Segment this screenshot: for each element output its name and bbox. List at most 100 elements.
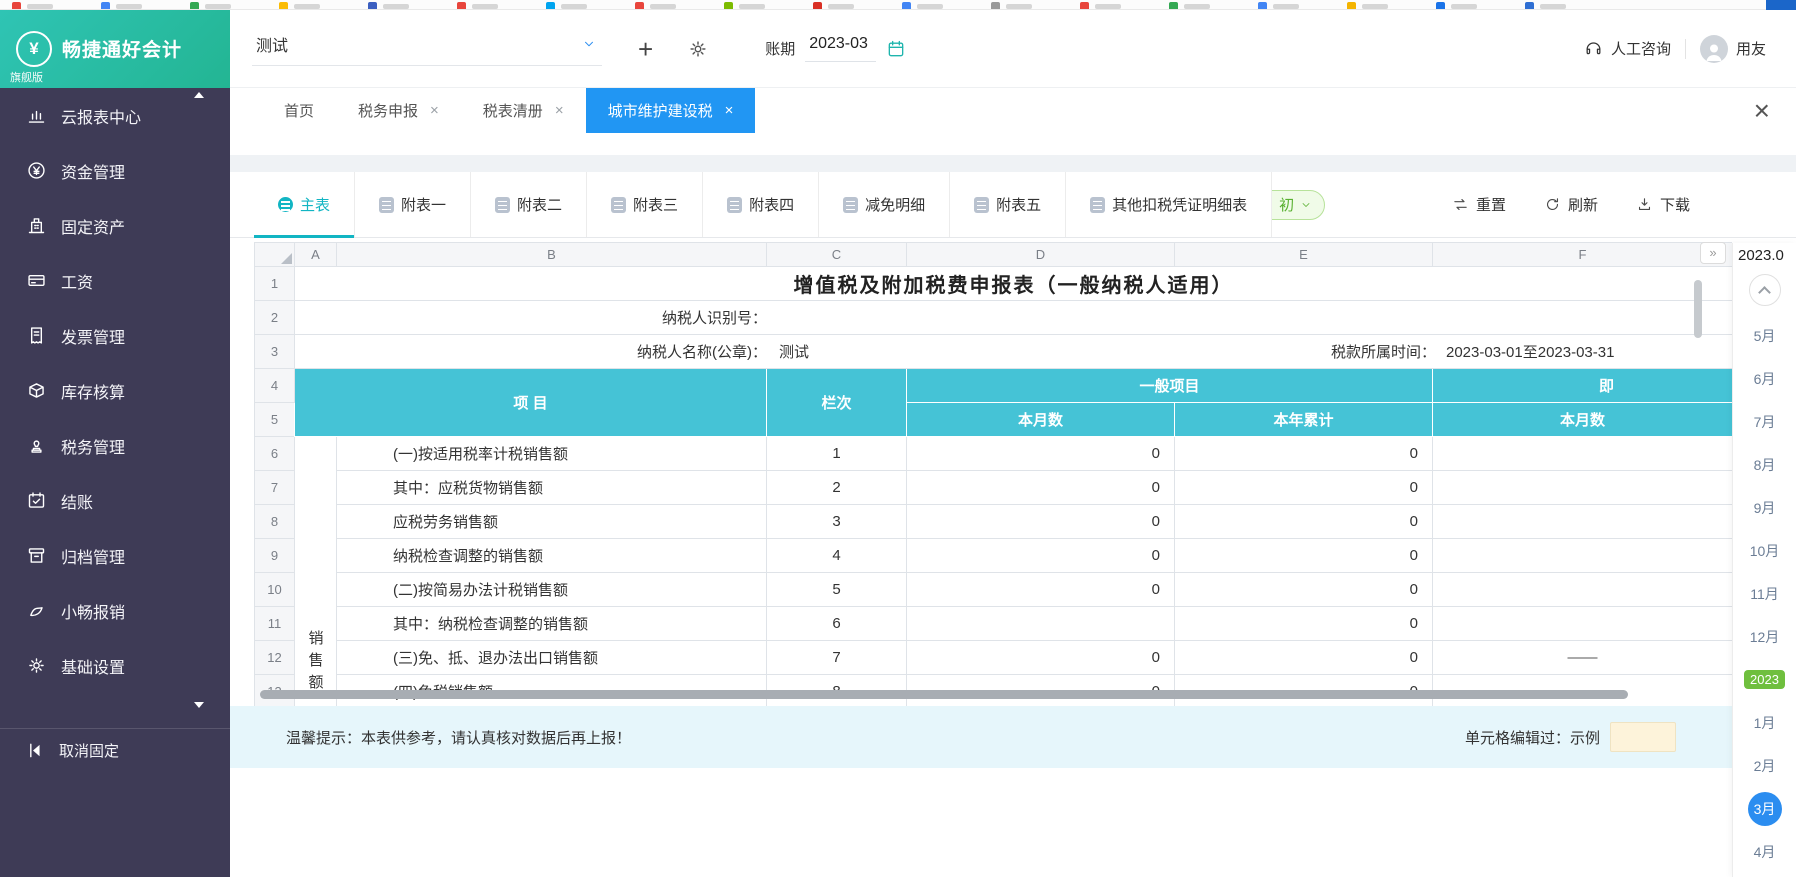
line-no-cell[interactable]: 2	[766, 470, 907, 505]
sidebar-scroll-down[interactable]	[194, 702, 204, 708]
row-header[interactable]: 4	[254, 368, 295, 403]
refund-value-cell[interactable]	[1432, 436, 1732, 471]
row-header[interactable]: 12	[254, 640, 295, 675]
header-ytd-cell[interactable]: 本年累计	[1174, 402, 1433, 437]
form-title-cell[interactable]: 增值税及附加税费申报表（一般纳税人适用）	[294, 266, 1732, 301]
bookmark-item[interactable]	[1258, 2, 1299, 9]
column-header[interactable]: F	[1432, 242, 1732, 267]
month-item[interactable]: 10月	[1733, 529, 1796, 572]
month-item[interactable]: 6月	[1733, 357, 1796, 400]
refund-value-cell[interactable]	[1432, 606, 1732, 641]
workspace-tab[interactable]: 税表清册 ×	[461, 88, 586, 133]
ytd-value-cell[interactable]: 0	[1174, 470, 1433, 505]
tab-close-icon[interactable]: ×	[555, 102, 564, 119]
column-header[interactable]: C	[766, 242, 907, 267]
sidebar-item[interactable]: 税务管理	[0, 418, 230, 473]
row-header[interactable]: 5	[254, 402, 295, 437]
timeline-scroll-up-button[interactable]	[1748, 274, 1781, 306]
line-no-cell[interactable]: 7	[766, 640, 907, 675]
ytd-value-cell[interactable]: 0	[1174, 538, 1433, 573]
sidebar-item[interactable]: 归档管理	[0, 528, 230, 583]
taxpayer-name-cell[interactable]: 纳税人名称(公章)： 测试 税款所属时间： 2023-03-01至2023-03…	[294, 334, 1732, 369]
download-button[interactable]: 下载	[1636, 194, 1690, 215]
sheet-tab[interactable]: 附表一	[355, 172, 472, 237]
row-header[interactable]: 10	[254, 572, 295, 607]
line-no-cell[interactable]: 5	[766, 572, 907, 607]
sidebar-item[interactable]: 固定资产	[0, 198, 230, 253]
header-item-cell[interactable]: 项 目	[294, 368, 767, 437]
row-header[interactable]: 2	[254, 300, 295, 335]
sidebar-item[interactable]: 基础设置	[0, 638, 230, 693]
refresh-button[interactable]: 刷新	[1544, 194, 1598, 215]
sidebar-scroll-up[interactable]	[194, 92, 204, 98]
select-all-corner[interactable]	[254, 242, 295, 267]
month-item[interactable]: 12月	[1733, 615, 1796, 658]
month-item[interactable]: 3月	[1733, 787, 1796, 830]
bookmark-item[interactable]	[546, 2, 587, 9]
sheet-tab[interactable]: 主表	[254, 172, 356, 238]
tab-close-icon[interactable]: ×	[725, 102, 734, 119]
month-item[interactable]: 2023	[1733, 658, 1796, 701]
header-lineno-cell[interactable]: 栏次	[766, 368, 907, 437]
workspace-tab[interactable]: 税务申报 ×	[336, 88, 461, 133]
header-refund-cell[interactable]: 即	[1432, 368, 1732, 403]
column-header[interactable]: D	[906, 242, 1175, 267]
item-name-cell[interactable]: 其中：应税货物销售额	[336, 470, 767, 505]
taxpayer-id-cell[interactable]: 纳税人识别号：	[294, 300, 1732, 335]
row-header[interactable]: 9	[254, 538, 295, 573]
refund-value-cell[interactable]	[1432, 538, 1732, 573]
month-value-cell[interactable]: 0	[906, 538, 1175, 573]
column-header[interactable]: A	[294, 242, 337, 267]
item-name-cell[interactable]: (一)按适用税率计税销售额	[336, 436, 767, 471]
month-item[interactable]: 5月	[1733, 314, 1796, 357]
add-account-set-button[interactable]: +	[638, 36, 653, 62]
item-name-cell[interactable]: (二)按简易办法计税销售额	[336, 572, 767, 607]
calendar-icon[interactable]	[886, 39, 906, 59]
row-header[interactable]: 8	[254, 504, 295, 539]
header-month-cell[interactable]: 本月数	[906, 402, 1175, 437]
sidebar-item[interactable]: 发票管理	[0, 308, 230, 363]
bookmark-item[interactable]	[1169, 2, 1210, 9]
row-header[interactable]: 6	[254, 436, 295, 471]
workspace-tab[interactable]: 首页 ×	[262, 88, 336, 133]
vertical-scrollbar[interactable]	[1694, 280, 1702, 338]
sheet-tab[interactable]: 其他扣税凭证明细表	[1066, 172, 1273, 237]
refund-value-cell[interactable]: ——	[1432, 640, 1732, 675]
row-header[interactable]: 3	[254, 334, 295, 369]
bookmark-item[interactable]	[1525, 2, 1566, 9]
row-header[interactable]: 11	[254, 606, 295, 641]
month-value-cell[interactable]: 0	[906, 640, 1175, 675]
ytd-value-cell[interactable]: 0	[1174, 640, 1433, 675]
item-name-cell[interactable]: 纳税检查调整的销售额	[336, 538, 767, 573]
ytd-value-cell[interactable]: 0	[1174, 606, 1433, 641]
row-header[interactable]: 7	[254, 470, 295, 505]
month-value-cell[interactable]	[906, 606, 1175, 641]
period-select[interactable]: 2023-03	[805, 35, 876, 62]
user-menu[interactable]: 用友	[1699, 34, 1766, 63]
month-value-cell[interactable]: 0	[906, 470, 1175, 505]
header-general-cell[interactable]: 一般项目	[906, 368, 1433, 403]
refund-value-cell[interactable]	[1432, 470, 1732, 505]
bookmark-item[interactable]	[724, 2, 765, 9]
line-no-cell[interactable]: 3	[766, 504, 907, 539]
sheet-tab[interactable]: 附表五	[950, 172, 1067, 237]
column-header[interactable]: B	[336, 242, 767, 267]
bookmark-item[interactable]	[902, 2, 943, 9]
line-no-cell[interactable]: 6	[766, 606, 907, 641]
month-item[interactable]: 7月	[1733, 400, 1796, 443]
sheet-tab[interactable]: 附表三	[587, 172, 704, 237]
bookmark-item[interactable]	[1080, 2, 1121, 9]
sidebar-item[interactable]: 库存核算	[0, 363, 230, 418]
close-page-button[interactable]: ×	[1754, 94, 1770, 128]
sidebar-item[interactable]: 小畅报销	[0, 583, 230, 638]
month-item[interactable]: 8月	[1733, 443, 1796, 486]
refund-value-cell[interactable]	[1432, 504, 1732, 539]
bookmark-item[interactable]	[991, 2, 1032, 9]
sheet-tab[interactable]: 附表四	[703, 172, 820, 237]
ytd-value-cell[interactable]: 0	[1174, 572, 1433, 607]
sidebar-item[interactable]: 资金管理	[0, 143, 230, 198]
reset-button[interactable]: 重置	[1452, 194, 1506, 215]
sheet-tab[interactable]: 减免明细	[819, 172, 951, 237]
workspace-tab[interactable]: 城市维护建设税 ×	[585, 88, 756, 133]
month-item[interactable]: 2月	[1733, 744, 1796, 787]
